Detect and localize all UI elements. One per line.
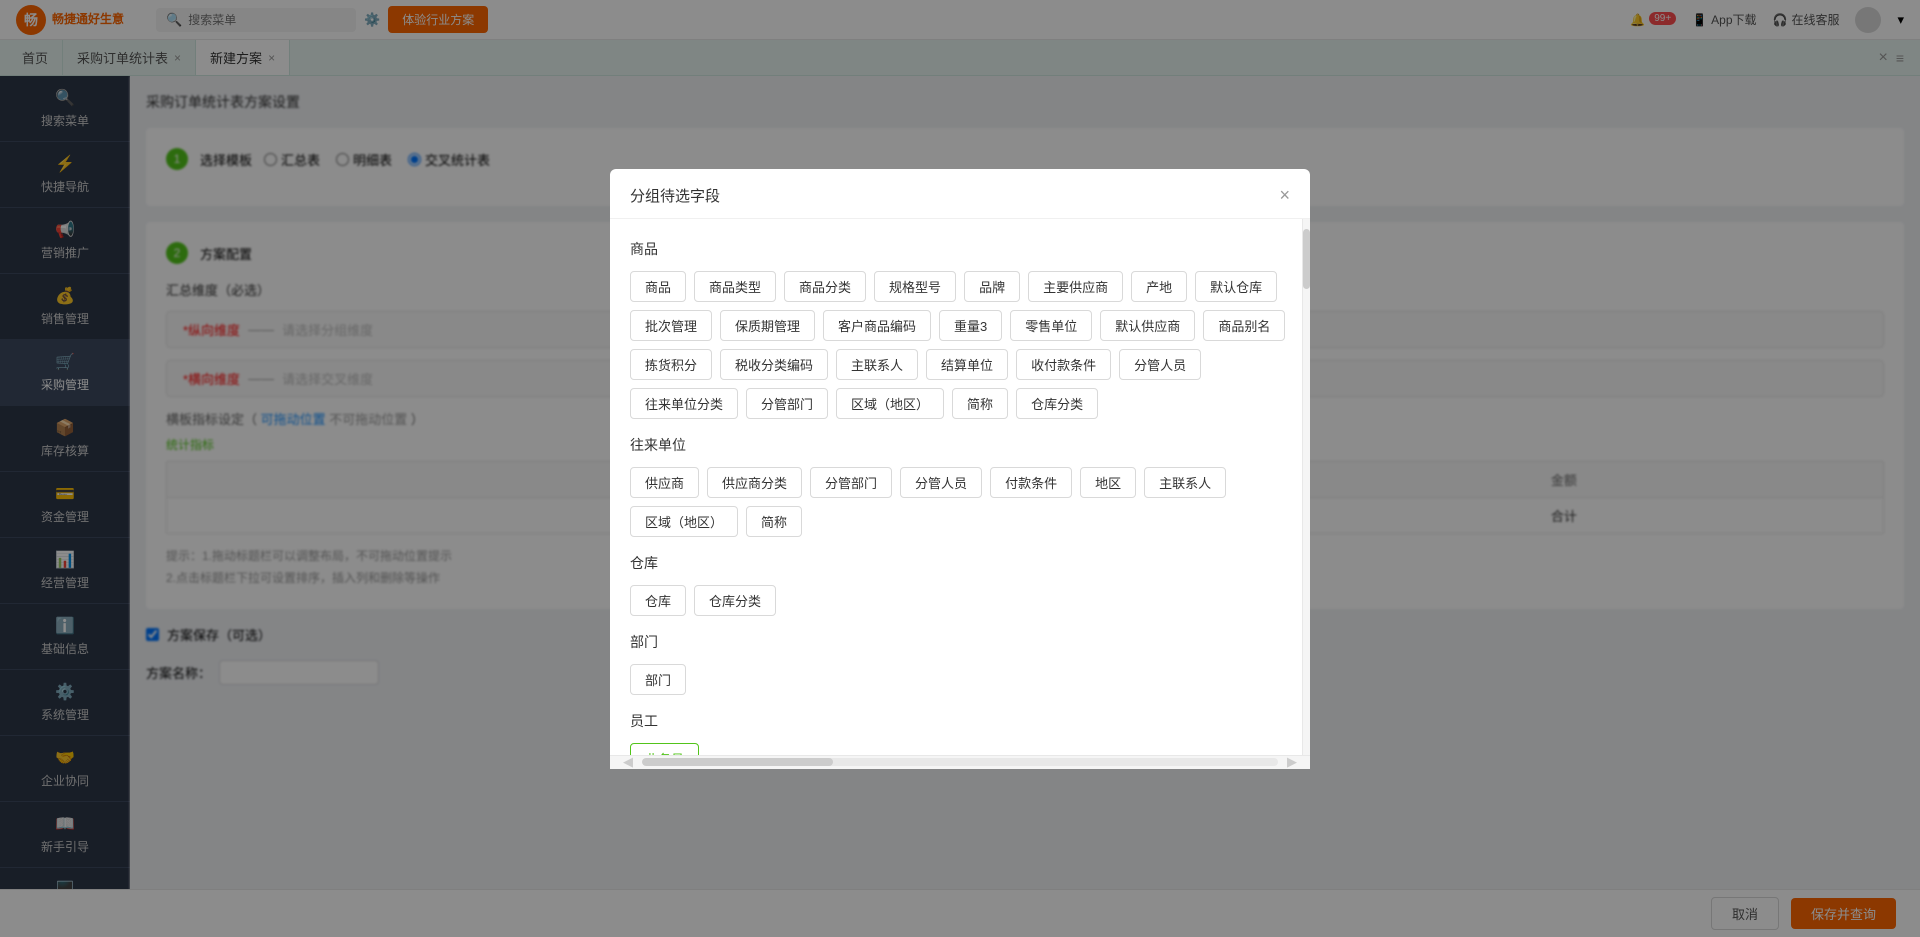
section-product-fields: 商品 商品类型 商品分类 规格型号 品牌 主要供应商 产地 默认仓库 批次管理 … [630,271,1290,419]
field-tag[interactable]: 重量3 [939,310,1002,341]
field-tag[interactable]: 客户商品编码 [823,310,931,341]
modal-body[interactable]: 商品 商品 商品类型 商品分类 规格型号 品牌 主要供应商 产地 默认仓库 批次… [610,219,1310,755]
h-scrollbar[interactable]: ◀ ▶ [610,755,1310,769]
field-tag[interactable]: 供应商分类 [707,467,802,498]
field-tag[interactable]: 产地 [1131,271,1187,302]
field-tag[interactable]: 仓库 [630,585,686,616]
modal-close-icon[interactable]: × [1279,185,1290,206]
field-tag[interactable]: 默认仓库 [1195,271,1277,302]
scroll-left-btn[interactable]: ◀ [618,754,638,770]
h-scrollbar-thumb[interactable] [642,758,833,766]
field-tag[interactable]: 仓库分类 [1016,388,1098,419]
field-tag[interactable]: 主要供应商 [1028,271,1123,302]
field-tag[interactable]: 批次管理 [630,310,712,341]
v-scrollbar[interactable] [1302,219,1310,755]
section-product-title: 商品 [630,239,1290,259]
section-dept-fields: 部门 [630,664,1290,695]
field-tag[interactable]: 付款条件 [990,467,1072,498]
field-tag[interactable]: 地区 [1080,467,1136,498]
section-warehouse-fields: 仓库 仓库分类 [630,585,1290,616]
field-tag-salesperson[interactable]: 业务员 [630,743,699,755]
modal-title: 分组待选字段 [630,185,720,206]
field-tag[interactable]: 品牌 [964,271,1020,302]
field-tag[interactable]: 收付款条件 [1016,349,1111,380]
field-tag[interactable]: 仓库分类 [694,585,776,616]
modal: 分组待选字段 × 商品 商品 商品类型 商品分类 规格型号 品牌 主要供应商 产… [610,169,1310,769]
field-tag[interactable]: 主联系人 [836,349,918,380]
field-tag[interactable]: 分管人员 [1119,349,1201,380]
modal-overlay[interactable]: 分组待选字段 × 商品 商品 商品类型 商品分类 规格型号 品牌 主要供应商 产… [0,0,1920,937]
field-tag[interactable]: 分管部门 [746,388,828,419]
section-partner-fields: 供应商 供应商分类 分管部门 分管人员 付款条件 地区 主联系人 区域（地区） … [630,467,1290,537]
field-tag[interactable]: 拣货积分 [630,349,712,380]
section-partner-title: 往来单位 [630,435,1290,455]
field-tag[interactable]: 零售单位 [1010,310,1092,341]
field-tag[interactable]: 商品分类 [784,271,866,302]
v-scrollbar-thumb[interactable] [1303,229,1310,289]
field-tag[interactable]: 分管部门 [810,467,892,498]
modal-header: 分组待选字段 × [610,169,1310,219]
field-tag[interactable]: 区域（地区） [630,506,738,537]
field-tag[interactable]: 默认供应商 [1100,310,1195,341]
field-tag[interactable]: 供应商 [630,467,699,498]
field-tag[interactable]: 往来单位分类 [630,388,738,419]
section-staff-title: 员工 [630,711,1290,731]
field-tag[interactable]: 区域（地区） [836,388,944,419]
section-staff-fields: 业务员 [630,743,1290,755]
scroll-right-btn[interactable]: ▶ [1282,754,1302,770]
field-tag[interactable]: 分管人员 [900,467,982,498]
field-tag[interactable]: 规格型号 [874,271,956,302]
field-tag[interactable]: 简称 [952,388,1008,419]
field-tag[interactable]: 主联系人 [1144,467,1226,498]
field-tag[interactable]: 商品 [630,271,686,302]
field-tag[interactable]: 税收分类编码 [720,349,828,380]
field-tag[interactable]: 商品类型 [694,271,776,302]
field-tag[interactable]: 结算单位 [926,349,1008,380]
h-scrollbar-track[interactable] [642,758,1278,766]
section-dept-title: 部门 [630,632,1290,652]
field-tag[interactable]: 部门 [630,664,686,695]
field-tag[interactable]: 简称 [746,506,802,537]
field-tag[interactable]: 保质期管理 [720,310,815,341]
section-warehouse-title: 仓库 [630,553,1290,573]
field-tag[interactable]: 商品别名 [1203,310,1285,341]
